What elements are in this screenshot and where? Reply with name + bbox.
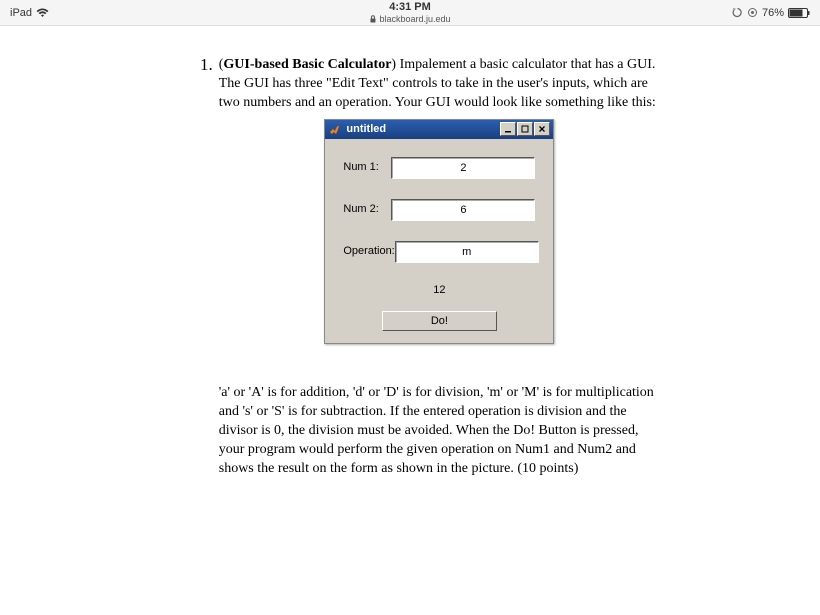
num1-label: Num 1:: [343, 160, 391, 175]
num2-label: Num 2:: [343, 202, 391, 217]
window-controls: [500, 122, 550, 136]
calculator-window: untitled: [324, 119, 554, 345]
window-titlebar: untitled: [325, 120, 553, 139]
lock-icon: [369, 15, 376, 23]
do-button[interactable]: Do!: [382, 311, 497, 331]
titlebar-left: untitled: [328, 122, 386, 137]
maximize-button[interactable]: [517, 122, 533, 136]
operation-row: Operation:: [343, 241, 535, 263]
status-left: iPad: [10, 7, 49, 19]
num2-row: Num 2:: [343, 199, 535, 221]
problem-text: (GUI-based Basic Calculator) Impalement …: [219, 56, 660, 479]
clock: 4:31 PM: [369, 1, 450, 14]
result-display: 12: [343, 283, 535, 298]
status-center: 4:31 PM blackboard.ju.edu: [369, 1, 450, 25]
problem-block: 1. (GUI-based Basic Calculator) Impaleme…: [200, 56, 660, 479]
battery-percent: 76%: [762, 7, 784, 19]
battery-icon: [788, 8, 810, 18]
operation-input[interactable]: [395, 241, 539, 263]
matlab-icon: [328, 122, 342, 136]
close-button[interactable]: [534, 122, 550, 136]
problem-title: GUI-based Basic Calculator: [223, 57, 391, 72]
num2-input[interactable]: [391, 199, 535, 221]
num1-row: Num 1:: [343, 157, 535, 179]
status-right: 76%: [732, 7, 810, 19]
device-label: iPad: [10, 7, 32, 19]
problem-number: 1.: [200, 54, 213, 77]
wifi-icon: [36, 8, 49, 18]
problem-description: 'a' or 'A' is for addition, 'd' or 'D' i…: [219, 384, 660, 478]
orientation-lock-icon: [747, 7, 758, 18]
num1-input[interactable]: [391, 157, 535, 179]
calculator-body: Num 1: Num 2: Operation: 12 Do!: [325, 139, 553, 344]
operation-label: Operation:: [343, 244, 394, 259]
window-title: untitled: [346, 122, 386, 137]
minimize-button[interactable]: [500, 122, 516, 136]
url-text: blackboard.ju.edu: [379, 14, 450, 25]
ipad-status-bar: iPad 4:31 PM blackboard.ju.edu 76%: [0, 0, 820, 26]
document-content: 1. (GUI-based Basic Calculator) Impaleme…: [0, 26, 820, 499]
refresh-icon: [732, 7, 743, 18]
url-bar: blackboard.ju.edu: [369, 14, 450, 25]
